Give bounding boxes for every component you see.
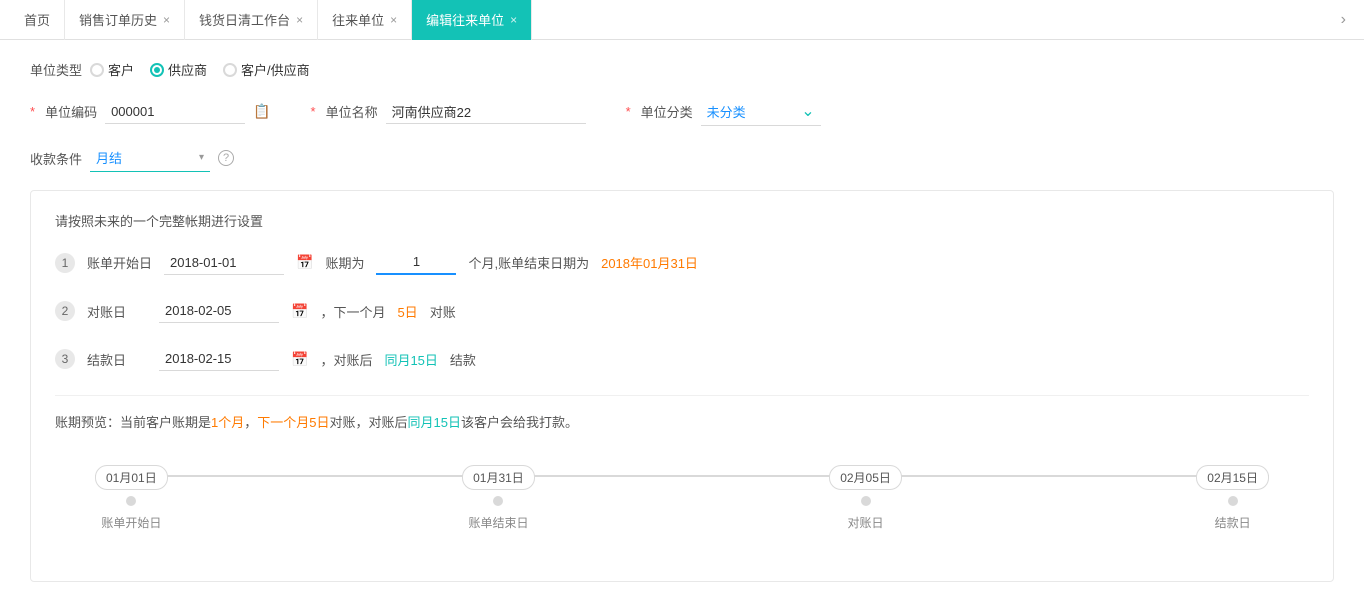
unit-fields-row: * 单位编码 📋 * 单位名称 * 单位分类 未分类 ⌄	[30, 97, 1334, 126]
unit-code-group: * 单位编码 📋	[30, 100, 271, 124]
unit-code-label: 单位编码	[45, 102, 97, 121]
row-num-3: 3	[55, 349, 75, 369]
radio-circle-customer	[90, 63, 104, 77]
timeline-point-3: 02月15日 结款日	[1196, 465, 1269, 531]
radio-circle-both	[223, 63, 237, 77]
settings-card: 请按照未来的一个完整帐期进行设置 1 账单开始日 📅 账期为 个月,账单结束日期…	[30, 190, 1334, 582]
bill-start-date-input[interactable]	[164, 251, 284, 275]
unit-code-input[interactable]	[105, 100, 245, 124]
payment-terms-group: 收款条件 月结 ▾ ?	[30, 144, 234, 172]
payment-terms-row: 收款条件 月结 ▾ ?	[30, 144, 1334, 172]
tab-sales-history[interactable]: 销售订单历史 ×	[65, 0, 185, 40]
row-1-end-date: 2018年01月31日	[601, 253, 698, 272]
timeline-label-0: 账单开始日	[101, 514, 161, 531]
radio-group: 客户 供应商 客户/供应商	[90, 60, 310, 79]
row-2-highlight: 5日	[397, 302, 417, 321]
tab-home[interactable]: 首页	[8, 0, 65, 40]
preview-sep1: ，	[244, 415, 257, 430]
row-1-period-unit: 个月,账单结束日期为	[468, 253, 589, 272]
unit-code-icon[interactable]: 📋	[253, 103, 270, 120]
row-3-end: 结款	[450, 350, 476, 369]
row-2-label: 对账日	[87, 302, 147, 321]
timeline-dot-0	[126, 496, 136, 506]
preview-payment-date: 同月15日	[408, 415, 461, 430]
timeline-date-1: 01月31日	[462, 465, 535, 490]
setting-row-2: 2 对账日 📅 ，下一个月 5日对账	[55, 299, 1309, 323]
tab-cash-work[interactable]: 钱货日清工作台 ×	[185, 0, 318, 40]
tab-close-sales-history[interactable]: ×	[163, 14, 170, 26]
timeline-dot-1	[493, 496, 503, 506]
timeline-dot-2	[861, 496, 871, 506]
payment-terms-value: 月结	[96, 148, 195, 167]
payment-terms-label: 收款条件	[30, 149, 82, 168]
unit-type-group: 单位类型 客户 供应商 客户/供应商	[30, 60, 310, 79]
row-1-period-label: 账期为	[325, 253, 364, 272]
timeline-point-1: 01月31日 账单结束日	[462, 465, 535, 531]
radio-both[interactable]: 客户/供应商	[223, 60, 310, 79]
card-instruction: 请按照未来的一个完整帐期进行设置	[55, 211, 1309, 230]
timeline-point-0: 01月01日 账单开始日	[95, 465, 168, 531]
preview-prefix: 账期预览：当前客户账期是	[55, 415, 211, 430]
radio-supplier[interactable]: 供应商	[150, 60, 207, 79]
row-num-2: 2	[55, 301, 75, 321]
timeline-points: 01月01日 账单开始日 01月31日 账单结束日 02月05日 对账日	[95, 465, 1269, 531]
tab-close-edit-unit[interactable]: ×	[510, 14, 517, 26]
help-icon[interactable]: ?	[218, 150, 234, 166]
tab-edit-unit[interactable]: 编辑往来单位 ×	[412, 0, 532, 40]
unit-name-group: * 单位名称	[311, 100, 586, 124]
preview-suffix: 该客户会给我打款。	[461, 415, 578, 430]
unit-type-row: 单位类型 客户 供应商 客户/供应商	[30, 60, 1334, 79]
timeline-label-1: 账单结束日	[468, 514, 528, 531]
unit-name-label: 单位名称	[326, 102, 378, 121]
reconcile-date-input[interactable]	[159, 299, 279, 323]
row-1-label: 账单开始日	[87, 253, 152, 272]
unit-category-label: 单位分类	[641, 102, 693, 121]
period-months-input[interactable]	[376, 250, 456, 275]
preview-reconcile-date: 下一个月5日	[257, 415, 329, 430]
row-3-desc: ，对账后	[320, 350, 372, 369]
unit-name-input[interactable]	[386, 100, 586, 124]
tab-more-button[interactable]: ›	[1331, 11, 1356, 29]
tab-close-unit-list[interactable]: ×	[390, 14, 397, 26]
preview-period: 1个月	[211, 415, 244, 430]
timeline-date-2: 02月05日	[829, 465, 902, 490]
row-num-1: 1	[55, 253, 75, 273]
timeline-label-2: 对账日	[848, 514, 884, 531]
row-2-desc: ，下一个月	[320, 302, 385, 321]
unit-category-select[interactable]: 未分类 ⌄	[701, 97, 821, 126]
radio-circle-supplier	[150, 63, 164, 77]
preview-text: 账期预览：当前客户账期是1个月，下一个月5日对账，对账后同月15日该客户会给我打…	[55, 412, 1309, 431]
unit-category-group: * 单位分类 未分类 ⌄	[626, 97, 821, 126]
row-3-highlight: 同月15日	[384, 350, 437, 369]
setting-row-1: 1 账单开始日 📅 账期为 个月,账单结束日期为 2018年01月31日	[55, 250, 1309, 275]
payment-date-input[interactable]	[159, 347, 279, 371]
row-2-end: 对账	[430, 302, 456, 321]
category-dropdown-icon: ⌄	[801, 101, 814, 121]
radio-customer[interactable]: 客户	[90, 60, 134, 79]
preview-sep2: 对账，对账后	[330, 415, 408, 430]
timeline: 01月01日 账单开始日 01月31日 账单结束日 02月05日 对账日	[55, 455, 1309, 561]
timeline-point-2: 02月05日 对账日	[829, 465, 902, 531]
row-3-label: 结款日	[87, 350, 147, 369]
tab-bar: 首页 销售订单历史 × 钱货日清工作台 × 往来单位 × 编辑往来单位 × ›	[0, 0, 1364, 40]
payment-cal-icon[interactable]: 📅	[291, 351, 308, 368]
tab-close-cash-work[interactable]: ×	[296, 14, 303, 26]
payment-terms-select[interactable]: 月结 ▾	[90, 144, 210, 172]
timeline-date-0: 01月01日	[95, 465, 168, 490]
main-content: 单位类型 客户 供应商 客户/供应商 * 单位编码	[0, 40, 1364, 608]
payment-terms-arrow: ▾	[199, 152, 204, 163]
setting-row-3: 3 结款日 📅 ，对账后同月15日结款	[55, 347, 1309, 371]
preview-section: 账期预览：当前客户账期是1个月，下一个月5日对账，对账后同月15日该客户会给我打…	[55, 395, 1309, 561]
timeline-dot-3	[1228, 496, 1238, 506]
timeline-label-3: 结款日	[1215, 514, 1251, 531]
unit-type-label: 单位类型	[30, 60, 82, 79]
tab-unit-list[interactable]: 往来单位 ×	[318, 0, 412, 40]
reconcile-cal-icon[interactable]: 📅	[291, 303, 308, 320]
bill-start-cal-icon[interactable]: 📅	[296, 254, 313, 271]
unit-category-value: 未分类	[707, 102, 798, 121]
timeline-date-3: 02月15日	[1196, 465, 1269, 490]
